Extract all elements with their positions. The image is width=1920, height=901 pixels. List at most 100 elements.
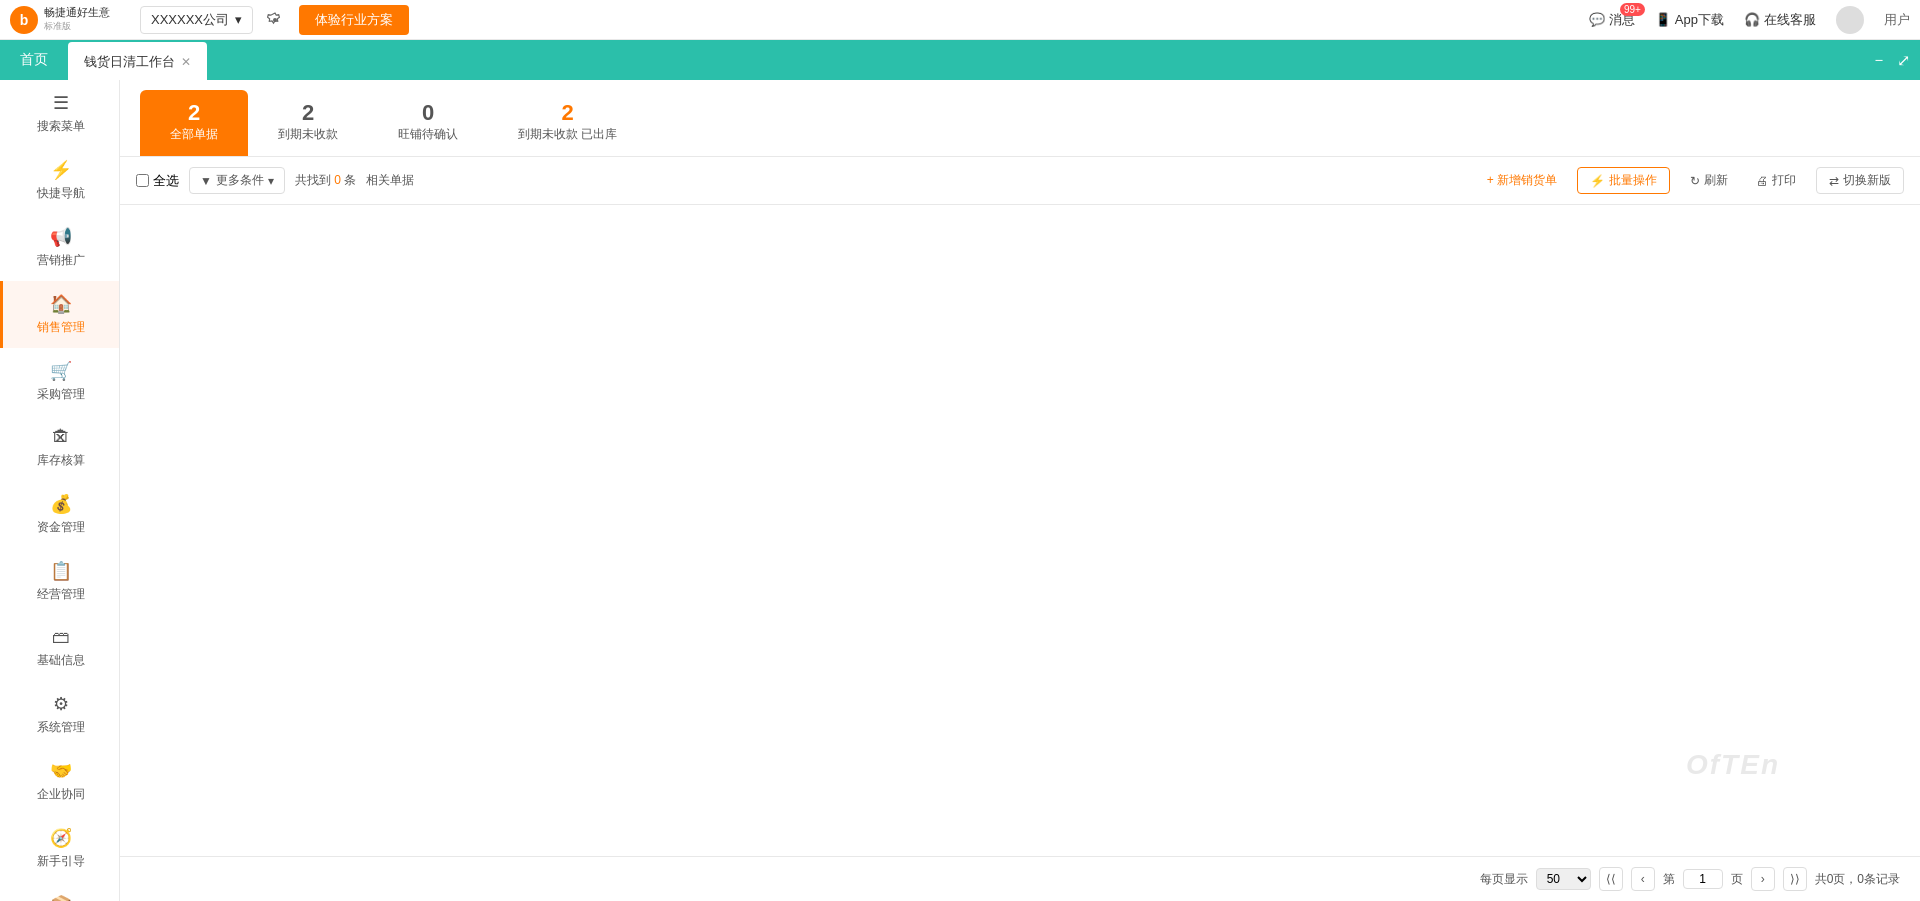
- page-input[interactable]: [1683, 869, 1723, 889]
- sidebar-item-cooperation[interactable]: 🤝 企业协同: [0, 748, 119, 815]
- try-industry-button[interactable]: 体验行业方案: [299, 5, 409, 35]
- sidebar-cooperation-label: 企业协同: [37, 786, 85, 803]
- stat-tab-pending[interactable]: 0 旺铺待确认: [368, 90, 488, 156]
- new-sales-button[interactable]: + 新增销货单: [1479, 168, 1565, 193]
- stats-tabs: 2 全部单据 2 到期未收款 0 旺铺待确认 2 到期未收款 已出库: [120, 80, 1920, 157]
- cooperation-icon: 🤝: [50, 760, 72, 782]
- sidebar-item-quick-nav[interactable]: ⚡ 快捷导航: [0, 147, 119, 214]
- logo-text-area: 畅捷通好生意 标准版: [44, 6, 110, 32]
- filter-label: 更多条件: [216, 172, 264, 189]
- sidebar-system-label: 系统管理: [37, 719, 85, 736]
- finance-icon: 💰: [50, 493, 72, 515]
- found-count: 0: [334, 173, 341, 187]
- switch-version-button[interactable]: ⇄ 切换新版: [1816, 167, 1904, 194]
- app-download-button[interactable]: 📱 App下载: [1655, 11, 1724, 29]
- tab-workbench-label: 钱货日清工作台: [84, 53, 175, 71]
- stat-tab-all[interactable]: 2 全部单据: [140, 90, 248, 156]
- first-page-button[interactable]: ⟨⟨: [1599, 867, 1623, 891]
- per-page-select[interactable]: 50 100 200: [1536, 868, 1591, 890]
- stat-overdue-out-num: 2: [562, 100, 574, 126]
- stat-overdue-label: 到期未收款: [278, 126, 338, 143]
- stat-overdue-num: 2: [302, 100, 314, 126]
- marketing-icon: 📢: [50, 226, 72, 248]
- select-all-label: 全选: [153, 172, 179, 190]
- main-layout: ☰ 搜索菜单 ⚡ 快捷导航 📢 营销推广 🏠 销售管理 🛒 采购管理 🏚 库存核…: [0, 80, 1920, 901]
- sidebar-inventory-label: 库存核算: [37, 452, 85, 469]
- logo-area: b 畅捷通好生意 标准版: [10, 6, 130, 34]
- search-menu-icon: ☰: [53, 92, 69, 114]
- next-page-button[interactable]: ›: [1751, 867, 1775, 891]
- stat-tab-overdue-out[interactable]: 2 到期未收款 已出库: [488, 90, 647, 156]
- related-label: 相关单据: [366, 172, 414, 189]
- guide-icon: 🧭: [50, 827, 72, 849]
- tab-workbench[interactable]: 钱货日清工作台 ✕: [68, 42, 207, 82]
- refresh-button[interactable]: ↻ 刷新: [1682, 168, 1736, 193]
- tab-minimize-button[interactable]: －: [1871, 50, 1887, 71]
- found-prefix: 共找到: [295, 173, 331, 187]
- prev-page-button[interactable]: ‹: [1631, 867, 1655, 891]
- app-badge: 标准版: [44, 20, 110, 33]
- sidebar-guide-label: 新手引导: [37, 853, 85, 870]
- sales-icon: 🏠: [50, 293, 72, 315]
- chevron-down-icon: ▾: [235, 12, 242, 27]
- tab-close-icon[interactable]: ✕: [181, 55, 191, 69]
- switch-label: 切换新版: [1843, 172, 1891, 189]
- tab-bar-actions: － ⤢: [1871, 50, 1920, 71]
- tab-maximize-button[interactable]: ⤢: [1897, 51, 1910, 70]
- select-all-input[interactable]: [136, 174, 149, 187]
- app-center-icon: 📦: [50, 894, 72, 901]
- inventory-icon: 🏚: [52, 427, 70, 448]
- stat-all-num: 2: [188, 100, 200, 126]
- sidebar-item-inventory[interactable]: 🏚 库存核算: [0, 415, 119, 481]
- refresh-icon: ↻: [1690, 174, 1700, 188]
- stat-tab-overdue[interactable]: 2 到期未收款: [248, 90, 368, 156]
- toolbar: 全选 ▼ 更多条件 ▾ 共找到 0 条 相关单据 + 新增销货单 ⚡ 批量操作: [120, 157, 1920, 205]
- sidebar-item-app-center[interactable]: 📦 应用中心: [0, 882, 119, 901]
- sidebar-item-finance[interactable]: 💰 资金管理: [0, 481, 119, 548]
- print-button[interactable]: 🖨 打印: [1748, 168, 1804, 193]
- filter-button[interactable]: ▼ 更多条件 ▾: [189, 167, 285, 194]
- batch-icon: ⚡: [1590, 174, 1605, 188]
- sidebar-item-purchase[interactable]: 🛒 采购管理: [0, 348, 119, 415]
- sidebar-item-system[interactable]: ⚙ 系统管理: [0, 681, 119, 748]
- sidebar-operation-label: 经营管理: [37, 586, 85, 603]
- system-icon: ⚙: [53, 693, 69, 715]
- stat-pending-num: 0: [422, 100, 434, 126]
- pagination-bar: 每页显示 50 100 200 ⟨⟨ ‹ 第 页 › ⟩⟩ 共0页，0条记录: [120, 856, 1920, 901]
- sidebar-item-guide[interactable]: 🧭 新手引导: [0, 815, 119, 882]
- sidebar-finance-label: 资金管理: [37, 519, 85, 536]
- toolbar-right: + 新增销货单 ⚡ 批量操作 ↻ 刷新 🖨 打印 ⇄ 切换新版: [1479, 167, 1904, 194]
- sidebar-item-operation[interactable]: 📋 经营管理: [0, 548, 119, 615]
- header-right: 💬 消息 99+ 📱 App下载 🎧 在线客服 用户: [1589, 6, 1910, 34]
- stat-overdue-out-label: 到期未收款 已出库: [518, 126, 617, 143]
- company-selector[interactable]: XXXXXX公司 ▾: [140, 6, 253, 34]
- found-text: 共找到 0 条: [295, 172, 356, 189]
- print-label: 打印: [1772, 172, 1796, 189]
- user-name[interactable]: 用户: [1884, 11, 1910, 29]
- switch-icon: ⇄: [1829, 174, 1839, 188]
- sidebar-item-marketing[interactable]: 📢 营销推广: [0, 214, 119, 281]
- sidebar-search-label: 搜索菜单: [37, 118, 85, 135]
- select-all-checkbox[interactable]: 全选: [136, 172, 179, 190]
- sidebar: ☰ 搜索菜单 ⚡ 快捷导航 📢 营销推广 🏠 销售管理 🛒 采购管理 🏚 库存核…: [0, 80, 120, 901]
- sidebar-item-sales[interactable]: 🏠 销售管理: [0, 281, 119, 348]
- tab-bar: 首页 钱货日清工作台 ✕ － ⤢: [0, 40, 1920, 80]
- content-area: 2 全部单据 2 到期未收款 0 旺铺待确认 2 到期未收款 已出库 全选: [120, 80, 1920, 901]
- found-unit: 条: [344, 173, 356, 187]
- tab-home[interactable]: 首页: [0, 40, 68, 80]
- purchase-icon: 🛒: [50, 360, 72, 382]
- batch-label: 批量操作: [1609, 172, 1657, 189]
- basic-info-icon: 🗃: [52, 627, 70, 648]
- settings-button[interactable]: [261, 6, 289, 34]
- sidebar-item-search[interactable]: ☰ 搜索菜单: [0, 80, 119, 147]
- refresh-label: 刷新: [1704, 172, 1728, 189]
- last-page-button[interactable]: ⟩⟩: [1783, 867, 1807, 891]
- avatar[interactable]: [1836, 6, 1864, 34]
- sidebar-item-basic-info[interactable]: 🗃 基础信息: [0, 615, 119, 681]
- online-service-button[interactable]: 🎧 在线客服: [1744, 11, 1816, 29]
- online-service-label: 在线客服: [1764, 11, 1816, 29]
- message-button[interactable]: 💬 消息 99+: [1589, 11, 1635, 29]
- app-download-label: App下载: [1675, 11, 1724, 29]
- batch-operation-button[interactable]: ⚡ 批量操作: [1577, 167, 1670, 194]
- filter-chevron-icon: ▾: [268, 174, 274, 188]
